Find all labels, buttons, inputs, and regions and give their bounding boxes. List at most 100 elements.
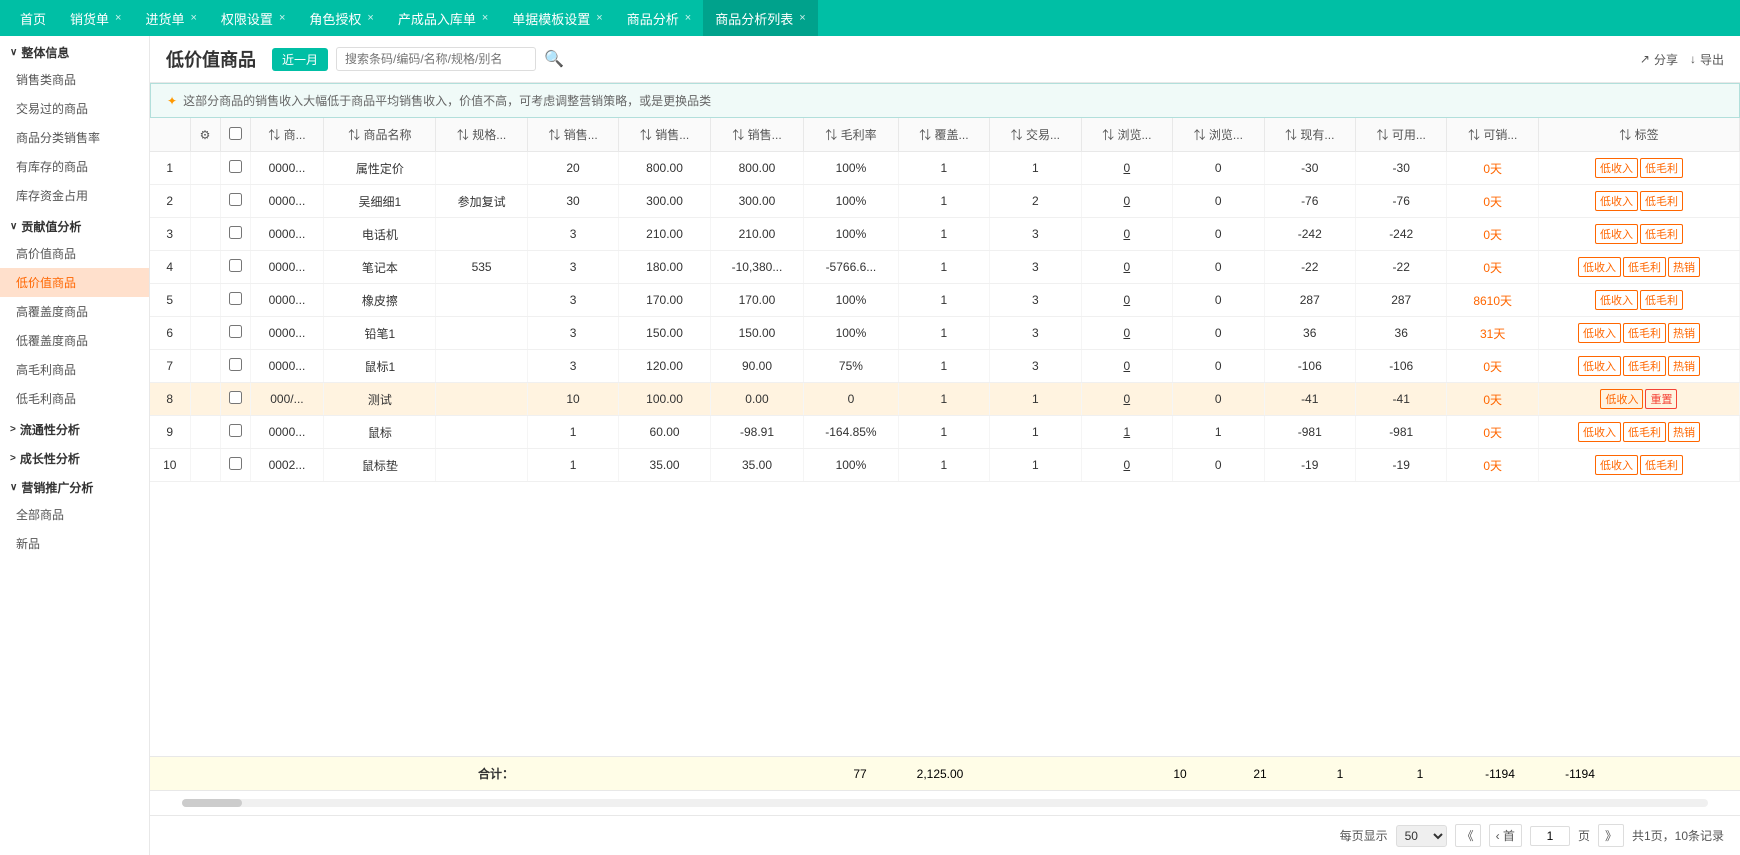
browse1-link[interactable]: 0 bbox=[1123, 161, 1130, 175]
scrollbar-thumb[interactable] bbox=[182, 799, 242, 807]
col-checkbox[interactable] bbox=[220, 118, 250, 152]
browse1-link[interactable]: 0 bbox=[1123, 458, 1130, 472]
row-checkbox[interactable] bbox=[220, 185, 250, 218]
nav-item[interactable]: 商品分析列表× bbox=[703, 0, 817, 36]
sidebar-group-title[interactable]: >流通性分析 bbox=[0, 413, 149, 442]
col-sales_amount[interactable]: ⇅ 销售... bbox=[710, 118, 803, 152]
row-browse1[interactable]: 1 bbox=[1081, 416, 1172, 449]
sidebar-item[interactable]: 商品分类销售率 bbox=[0, 123, 149, 152]
row-checkbox[interactable] bbox=[220, 350, 250, 383]
row-browse1[interactable]: 0 bbox=[1081, 317, 1172, 350]
sidebar-item[interactable]: 低毛利商品 bbox=[0, 384, 149, 413]
sidebar-item[interactable]: 库存资金占用 bbox=[0, 181, 149, 210]
col-spec[interactable]: ⇅ 规格... bbox=[436, 118, 527, 152]
row-select-checkbox[interactable] bbox=[229, 358, 242, 371]
sidebar-item[interactable]: 有库存的商品 bbox=[0, 152, 149, 181]
row-settings[interactable] bbox=[190, 383, 220, 416]
row-checkbox[interactable] bbox=[220, 284, 250, 317]
next-page-button[interactable]: 》 bbox=[1598, 824, 1624, 847]
col-browse2[interactable]: ⇅ 浏览... bbox=[1173, 118, 1264, 152]
col-tags[interactable]: ⇅ 标签 bbox=[1538, 118, 1739, 152]
row-settings[interactable] bbox=[190, 251, 220, 284]
search-icon[interactable]: 🔍 bbox=[544, 49, 564, 69]
nav-item[interactable]: 首页 bbox=[8, 0, 58, 36]
sidebar-item[interactable]: 销售类商品 bbox=[0, 65, 149, 94]
sidebar-group-title[interactable]: ∨整体信息 bbox=[0, 36, 149, 65]
row-settings[interactable] bbox=[190, 284, 220, 317]
col-sales_price[interactable]: ⇅ 销售... bbox=[619, 118, 710, 152]
row-select-checkbox[interactable] bbox=[229, 259, 242, 272]
browse1-link[interactable]: 0 bbox=[1123, 260, 1130, 274]
sidebar-item[interactable]: 全部商品 bbox=[0, 500, 149, 529]
row-browse1[interactable]: 0 bbox=[1081, 251, 1172, 284]
row-checkbox[interactable] bbox=[220, 152, 250, 185]
row-select-checkbox[interactable] bbox=[229, 193, 242, 206]
sidebar-item[interactable]: 交易过的商品 bbox=[0, 94, 149, 123]
sidebar-item[interactable]: 高价值商品 bbox=[0, 239, 149, 268]
row-checkbox[interactable] bbox=[220, 317, 250, 350]
nav-item[interactable]: 进货单× bbox=[133, 0, 208, 36]
col-gross_margin[interactable]: ⇅ 毛利率 bbox=[804, 118, 898, 152]
row-browse1[interactable]: 0 bbox=[1081, 449, 1172, 482]
row-select-checkbox[interactable] bbox=[229, 160, 242, 173]
row-select-checkbox[interactable] bbox=[229, 391, 242, 404]
nav-item[interactable]: 销货单× bbox=[58, 0, 133, 36]
browse1-link[interactable]: 0 bbox=[1123, 326, 1130, 340]
sidebar-item[interactable]: 低覆盖度商品 bbox=[0, 326, 149, 355]
close-icon[interactable]: × bbox=[279, 12, 285, 24]
col-name[interactable]: ⇅ 商品名称 bbox=[324, 118, 436, 152]
row-browse1[interactable]: 0 bbox=[1081, 185, 1172, 218]
nav-item[interactable]: 角色授权× bbox=[297, 0, 385, 36]
row-settings[interactable] bbox=[190, 152, 220, 185]
row-settings[interactable] bbox=[190, 416, 220, 449]
col-saleable[interactable]: ⇅ 可销... bbox=[1447, 118, 1538, 152]
close-icon[interactable]: × bbox=[685, 12, 691, 24]
close-icon[interactable]: × bbox=[799, 12, 805, 24]
col-settings[interactable]: ⚙ bbox=[190, 118, 220, 152]
browse1-link[interactable]: 0 bbox=[1123, 392, 1130, 406]
row-select-checkbox[interactable] bbox=[229, 292, 242, 305]
col-trade_count[interactable]: ⇅ 交易... bbox=[990, 118, 1081, 152]
row-checkbox[interactable] bbox=[220, 449, 250, 482]
col-current_stock[interactable]: ⇅ 现有... bbox=[1264, 118, 1355, 152]
row-settings[interactable] bbox=[190, 317, 220, 350]
page-number-input[interactable] bbox=[1530, 826, 1570, 846]
row-browse1[interactable]: 0 bbox=[1081, 152, 1172, 185]
export-button[interactable]: ↓ 导出 bbox=[1690, 51, 1724, 68]
first-page-button[interactable]: 《 bbox=[1455, 824, 1481, 847]
sidebar-group-title[interactable]: >成长性分析 bbox=[0, 442, 149, 471]
browse1-link[interactable]: 0 bbox=[1123, 359, 1130, 373]
share-button[interactable]: ↗ 分享 bbox=[1640, 51, 1678, 68]
row-checkbox[interactable] bbox=[220, 416, 250, 449]
col-coverage[interactable]: ⇅ 覆盖... bbox=[898, 118, 989, 152]
close-icon[interactable]: × bbox=[190, 12, 196, 24]
select-all-checkbox[interactable] bbox=[229, 127, 242, 140]
row-select-checkbox[interactable] bbox=[229, 226, 242, 239]
sidebar-group-title[interactable]: ∨营销推广分析 bbox=[0, 471, 149, 500]
row-browse1[interactable]: 0 bbox=[1081, 350, 1172, 383]
row-select-checkbox[interactable] bbox=[229, 457, 242, 470]
close-icon[interactable]: × bbox=[367, 12, 373, 24]
prev-page-button[interactable]: ‹ 首 bbox=[1489, 824, 1522, 847]
row-select-checkbox[interactable] bbox=[229, 424, 242, 437]
nav-item[interactable]: 商品分析× bbox=[615, 0, 703, 36]
browse1-link[interactable]: 0 bbox=[1123, 293, 1130, 307]
browse1-link[interactable]: 0 bbox=[1123, 227, 1130, 241]
row-settings[interactable] bbox=[190, 185, 220, 218]
row-select-checkbox[interactable] bbox=[229, 325, 242, 338]
col-sales_qty[interactable]: ⇅ 销售... bbox=[527, 118, 618, 152]
close-icon[interactable]: × bbox=[596, 12, 602, 24]
browse1-link[interactable]: 1 bbox=[1123, 425, 1130, 439]
col-available[interactable]: ⇅ 可用... bbox=[1355, 118, 1446, 152]
sidebar-item[interactable]: 新品 bbox=[0, 529, 149, 558]
search-input[interactable] bbox=[336, 47, 536, 71]
sidebar-item[interactable]: 高毛利商品 bbox=[0, 355, 149, 384]
browse1-link[interactable]: 0 bbox=[1123, 194, 1130, 208]
scrollbar-track[interactable] bbox=[182, 799, 1708, 807]
col-code[interactable]: ⇅ 商... bbox=[250, 118, 324, 152]
sidebar-item[interactable]: 高覆盖度商品 bbox=[0, 297, 149, 326]
close-icon[interactable]: × bbox=[115, 12, 121, 24]
sidebar-item[interactable]: 低价值商品 bbox=[0, 268, 149, 297]
row-checkbox[interactable] bbox=[220, 218, 250, 251]
nav-item[interactable]: 单据模板设置× bbox=[500, 0, 614, 36]
